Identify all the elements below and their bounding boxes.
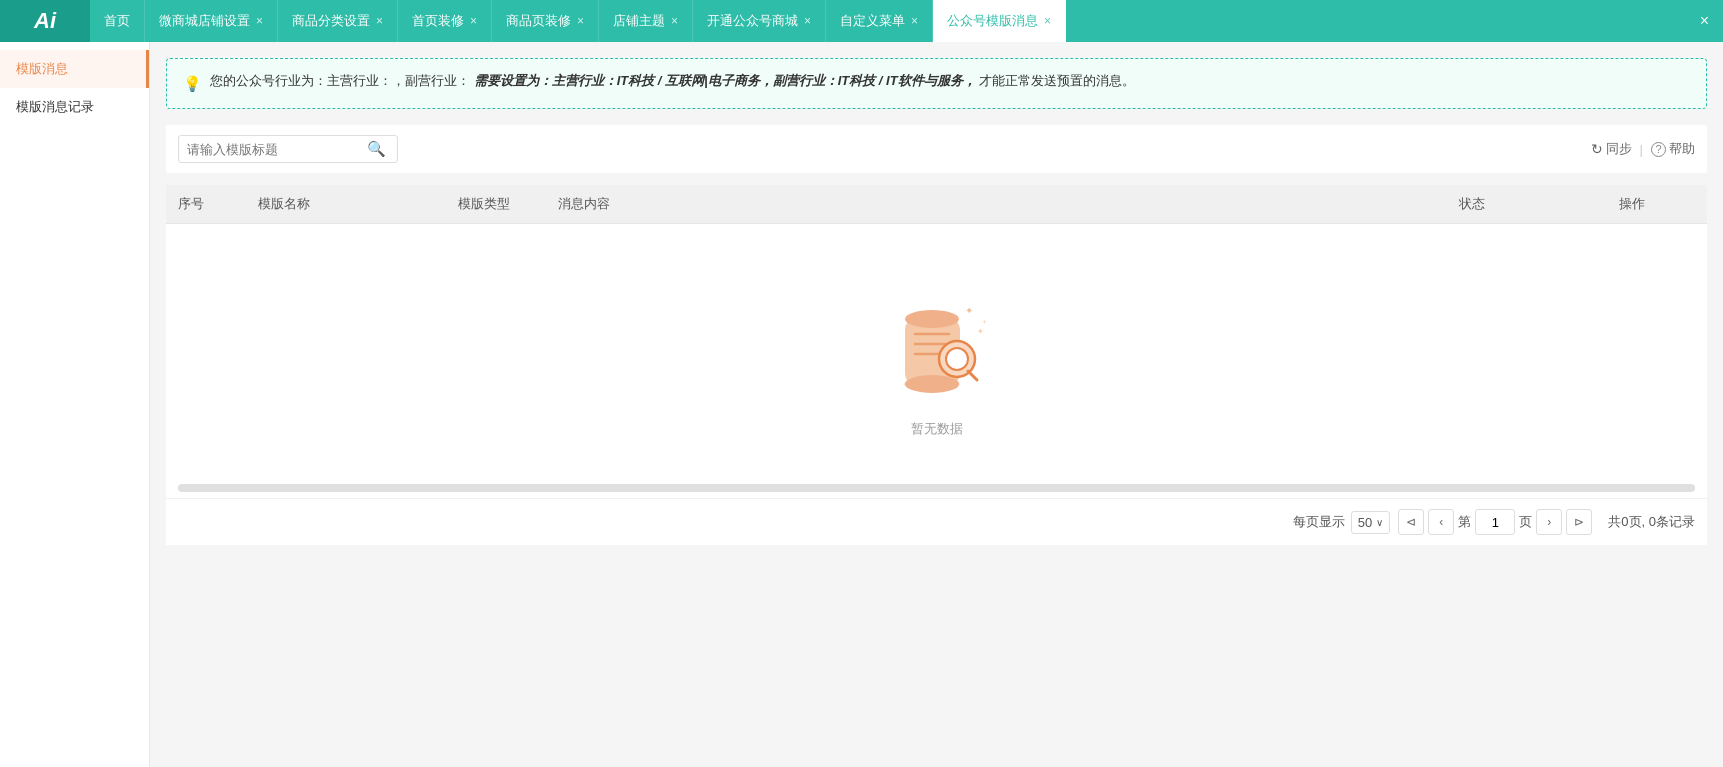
search-input[interactable] <box>187 142 367 157</box>
nav-item-7[interactable]: 自定义菜单× <box>826 0 933 42</box>
page-size-value: 50 <box>1358 515 1372 530</box>
col-header-seq: 序号 <box>166 185 246 224</box>
page-size-select: 每页显示 50 ∨ <box>1293 511 1390 534</box>
nav-item-3[interactable]: 首页装修× <box>398 0 492 42</box>
alert-text: 您的公众号行业为：主营行业：，副营行业： 需要设置为：主营行业：IT科技 / 互… <box>210 71 1135 92</box>
nav-close-icon-5[interactable]: × <box>671 14 678 28</box>
nav-close-icon-2[interactable]: × <box>376 14 383 28</box>
empty-text: 暂无数据 <box>911 420 963 438</box>
nav-close-icon-1[interactable]: × <box>256 14 263 28</box>
nav-close-icon-6[interactable]: × <box>804 14 811 28</box>
col-header-status: 状态 <box>1447 185 1607 224</box>
nav-item-0[interactable]: 首页 <box>90 0 145 42</box>
sync-icon: ↻ <box>1591 141 1603 157</box>
alert-box: 💡 您的公众号行业为：主营行业：，副营行业： 需要设置为：主营行业：IT科技 /… <box>166 58 1707 109</box>
sidebar: 模版消息模版消息记录 <box>0 42 150 767</box>
svg-point-2 <box>905 310 959 328</box>
main-layout: 模版消息模版消息记录 💡 您的公众号行业为：主营行业：，副营行业： 需要设置为：… <box>0 42 1723 767</box>
toolbar-right: ↻ 同步 | ? 帮助 <box>1591 140 1695 158</box>
sync-button[interactable]: ↻ 同步 <box>1591 140 1632 158</box>
page-nav: ⊲ ‹ 第 页 › ⊳ <box>1398 509 1592 535</box>
nav-close-icon-3[interactable]: × <box>470 14 477 28</box>
col-header-action: 操作 <box>1607 185 1707 224</box>
nav-item-2[interactable]: 商品分类设置× <box>278 0 398 42</box>
nav-close-icon-7[interactable]: × <box>911 14 918 28</box>
nav-close-icon-8[interactable]: × <box>1044 14 1051 28</box>
page-size-dropdown[interactable]: 50 ∨ <box>1351 511 1390 534</box>
alert-icon: 💡 <box>183 72 202 96</box>
nav-item-8[interactable]: 公众号模版消息× <box>933 0 1066 42</box>
search-input-wrap[interactable]: 🔍 <box>178 135 398 163</box>
svg-text:✦: ✦ <box>977 327 984 336</box>
svg-line-9 <box>968 371 977 380</box>
pagination-row: 每页显示 50 ∨ ⊲ ‹ 第 页 › ⊳ 共0页, 0条记录 <box>166 498 1707 545</box>
logo: Ai <box>0 0 90 42</box>
page-number-input[interactable] <box>1475 509 1515 535</box>
last-page-button[interactable]: ⊳ <box>1566 509 1592 535</box>
nav-item-5[interactable]: 店铺主题× <box>599 0 693 42</box>
search-icon[interactable]: 🔍 <box>367 140 386 158</box>
page-size-label: 每页显示 <box>1293 513 1345 531</box>
help-button[interactable]: ? 帮助 <box>1651 140 1695 158</box>
empty-state: ✦ ✦ ✦ 暂无数据 <box>166 224 1707 478</box>
help-label: 帮助 <box>1669 140 1695 158</box>
empty-illustration: ✦ ✦ ✦ <box>877 284 997 404</box>
col-header-name: 模版名称 <box>246 185 446 224</box>
total-info: 共0页, 0条记录 <box>1608 513 1695 531</box>
first-page-button[interactable]: ⊲ <box>1398 509 1424 535</box>
alert-suffix: 才能正常发送预置的消息。 <box>979 73 1135 88</box>
nav-close-icon-4[interactable]: × <box>577 14 584 28</box>
nav-item-4[interactable]: 商品页装修× <box>492 0 599 42</box>
alert-prefix: 您的公众号行业为：主营行业：，副营行业： <box>210 73 470 88</box>
dropdown-arrow-icon: ∨ <box>1376 517 1383 528</box>
alert-highlight: 需要设置为：主营行业：IT科技 / 互联网|电子商务，副营行业：IT科技 / I… <box>474 73 976 88</box>
main-content: 💡 您的公众号行业为：主营行业：，副营行业： 需要设置为：主营行业：IT科技 /… <box>150 42 1723 767</box>
scrollbar-row <box>166 478 1707 498</box>
logo-text: Ai <box>34 8 56 34</box>
sidebar-item-0[interactable]: 模版消息 <box>0 50 149 88</box>
svg-point-3 <box>905 375 959 393</box>
toolbar-divider: | <box>1640 142 1643 157</box>
search-row: 🔍 ↻ 同步 | ? 帮助 <box>166 125 1707 173</box>
next-page-button[interactable]: › <box>1536 509 1562 535</box>
sidebar-item-1[interactable]: 模版消息记录 <box>0 88 149 126</box>
nav-item-6[interactable]: 开通公众号商城× <box>693 0 826 42</box>
col-header-type: 模版类型 <box>446 185 546 224</box>
page-input-wrap: 第 页 <box>1458 509 1532 535</box>
page-prefix-label: 第 <box>1458 513 1471 531</box>
svg-text:✦: ✦ <box>982 319 987 325</box>
prev-page-button[interactable]: ‹ <box>1428 509 1454 535</box>
top-nav: Ai 首页微商城店铺设置×商品分类设置×首页装修×商品页装修×店铺主题×开通公众… <box>0 0 1723 42</box>
svg-point-8 <box>946 348 968 370</box>
svg-text:✦: ✦ <box>965 305 973 316</box>
close-all-button[interactable]: × <box>1686 0 1723 42</box>
page-suffix-label: 页 <box>1519 513 1532 531</box>
table-header-row: 序号 模版名称 模版类型 消息内容 状态 操作 <box>166 185 1707 224</box>
horizontal-scrollbar[interactable] <box>178 484 1695 492</box>
data-table: 序号 模版名称 模版类型 消息内容 状态 操作 <box>166 185 1707 224</box>
sync-label: 同步 <box>1606 140 1632 158</box>
col-header-content: 消息内容 <box>546 185 1447 224</box>
nav-item-1[interactable]: 微商城店铺设置× <box>145 0 278 42</box>
help-icon: ? <box>1651 142 1666 157</box>
